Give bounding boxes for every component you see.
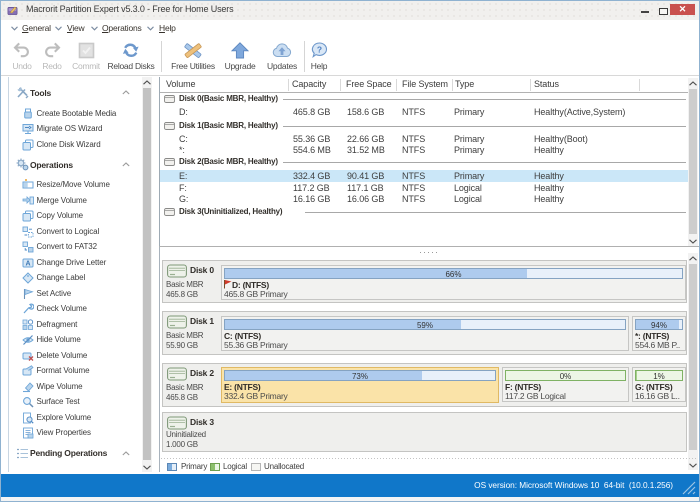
svg-text:A: A [25,260,30,267]
svg-text:?: ? [316,44,321,54]
